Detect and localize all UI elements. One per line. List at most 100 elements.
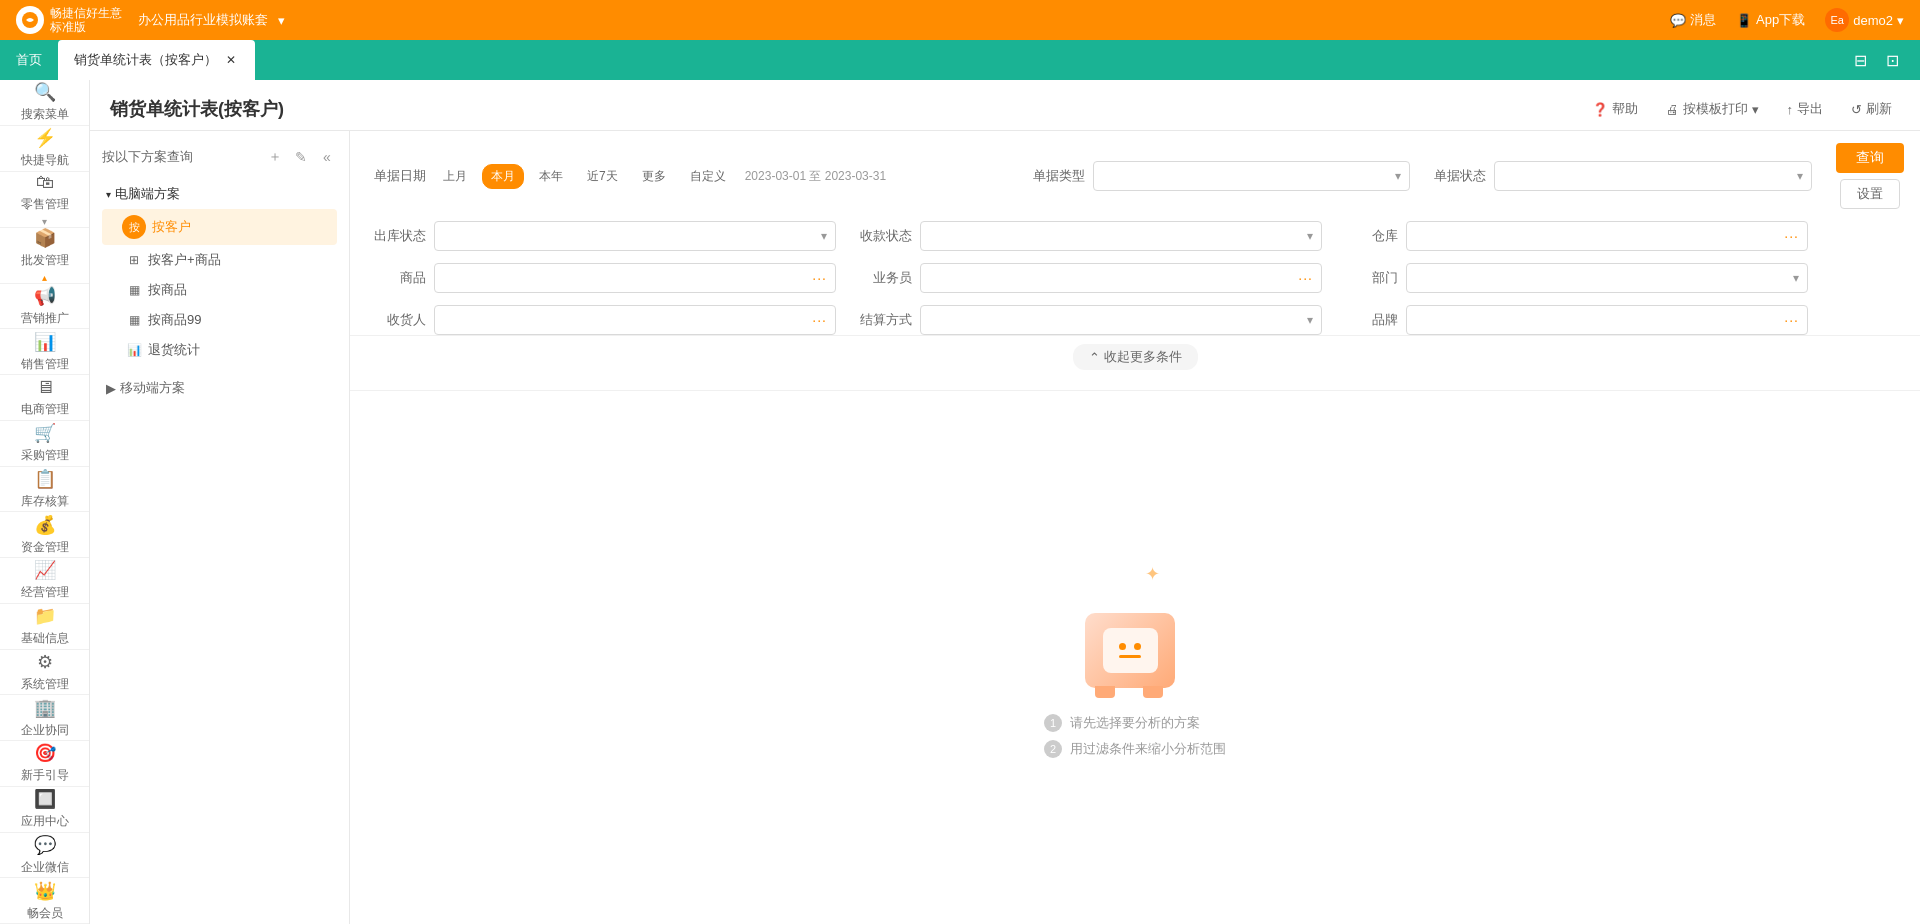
wechat-icon: 💬 — [34, 834, 56, 856]
sidebar-item-wholesale[interactable]: 📦 批发管理 ▴ — [0, 228, 89, 284]
date-filter-label: 单据日期 — [366, 167, 426, 185]
logo-text: 畅捷信好生意 标准版 — [50, 6, 122, 35]
content-area: 销货单统计表(按客户) ❓ 帮助 🖨 按模板打印 ▾ ↑ 导出 — [90, 80, 1920, 924]
scheme-item-by-customer[interactable]: 按 按客户 — [102, 209, 337, 245]
export-button[interactable]: ↑ 导出 — [1779, 96, 1832, 122]
sidebar-item-finance[interactable]: 💰 资金管理 — [0, 512, 89, 558]
dept-select[interactable]: ▾ — [1406, 263, 1808, 293]
tab-minimize-icon[interactable]: ⊟ — [1848, 48, 1872, 72]
sidebar-item-basic-label: 基础信息 — [21, 630, 69, 647]
help-button[interactable]: ❓ 帮助 — [1584, 96, 1646, 122]
sidebar-item-retail[interactable]: 🛍 零售管理 ▾ — [0, 172, 89, 228]
date-btn-last-7[interactable]: 近7天 — [578, 164, 627, 189]
scheme-item-by-goods[interactable]: ▦ 按商品 — [102, 275, 337, 305]
tab-maximize-icon[interactable]: ⊡ — [1880, 48, 1904, 72]
logo-area: 畅捷信好生意 标准版 — [16, 6, 122, 35]
inventory-icon: 📋 — [34, 468, 56, 490]
warehouse-select[interactable]: ··· — [1406, 221, 1808, 251]
sidebar-item-wechat[interactable]: 💬 企业微信 — [0, 833, 89, 879]
tab-sales-stat[interactable]: 销货单统计表（按客户） ✕ — [58, 40, 255, 80]
query-button[interactable]: 查询 — [1836, 143, 1904, 173]
message-button[interactable]: 💬 消息 — [1670, 11, 1716, 29]
doc-type-select[interactable]: ▾ — [1093, 161, 1411, 191]
sidebar-item-member[interactable]: 👑 畅会员 — [0, 878, 89, 924]
goods-select[interactable]: ··· — [434, 263, 836, 293]
date-btn-this-year[interactable]: 本年 — [530, 164, 572, 189]
dropdown-icon[interactable]: ▾ — [278, 13, 285, 28]
sidebar-item-quicknav[interactable]: ⚡ 快捷导航 — [0, 126, 89, 172]
sidebar-item-wholesale-label: 批发管理 — [21, 252, 69, 269]
by-customer-goods-icon: ⊞ — [126, 252, 142, 268]
collapse-panel-button[interactable]: « — [317, 147, 337, 167]
doc-type-label: 单据类型 — [1025, 167, 1085, 185]
tab-home[interactable]: 首页 — [0, 40, 58, 80]
sidebar-item-search[interactable]: 🔍 搜索菜单 — [0, 80, 89, 126]
sidebar-item-basic[interactable]: 📁 基础信息 — [0, 604, 89, 650]
settle-chevron-icon: ▾ — [1307, 313, 1313, 327]
sidebar-item-ecommerce[interactable]: 🖥 电商管理 — [0, 375, 89, 421]
receiver-label: 收货人 — [366, 311, 426, 329]
download-button[interactable]: 📱 App下载 — [1736, 11, 1805, 29]
receiver-select[interactable]: ··· — [434, 305, 836, 335]
date-btn-this-month[interactable]: 本月 — [482, 164, 524, 189]
add-scheme-button[interactable]: ＋ — [265, 147, 285, 167]
collapse-up-icon: ⌃ — [1089, 350, 1100, 365]
left-panel-header: 按以下方案查询 ＋ ✎ « — [90, 143, 349, 175]
edit-scheme-button[interactable]: ✎ — [291, 147, 311, 167]
sidebar-item-retail-label: 零售管理 — [21, 196, 69, 213]
empty-state: ✦ 1 请先选择要分析的方案 2 用过滤条件来缩小分析范 — [350, 558, 1920, 758]
mobile-arrow-icon: ▶ — [106, 381, 116, 396]
sidebar-item-purchase-label: 采购管理 — [21, 447, 69, 464]
dept-chevron-icon: ▾ — [1793, 271, 1799, 285]
empty-illustration: ✦ — [1065, 558, 1205, 698]
out-status-select[interactable]: ▾ — [434, 221, 836, 251]
settings-button[interactable]: 设置 — [1840, 179, 1900, 209]
user-chevron-icon: ▾ — [1897, 13, 1904, 28]
tab-close-icon[interactable]: ✕ — [223, 52, 239, 68]
filter-item-out-status: 出库状态 ▾ — [366, 221, 852, 251]
by-customer-icon: 按 — [122, 215, 146, 239]
sales-icon: 📊 — [34, 331, 56, 353]
scheme-item-return-stat[interactable]: 📊 退货统计 — [102, 335, 337, 365]
brand-select[interactable]: ··· — [1406, 305, 1808, 335]
left-panel: 按以下方案查询 ＋ ✎ « ▾ 电脑端方案 — [90, 131, 350, 924]
staff-select[interactable]: ··· — [920, 263, 1322, 293]
sidebar-item-marketing[interactable]: 📢 营销推广 — [0, 284, 89, 330]
date-btn-last-month[interactable]: 上月 — [434, 164, 476, 189]
by-goods-icon: ▦ — [126, 282, 142, 298]
sidebar-item-appstore[interactable]: 🔲 应用中心 — [0, 787, 89, 833]
scheme-desktop-title[interactable]: ▾ 电脑端方案 — [102, 179, 337, 209]
user-menu[interactable]: Ea demo2 ▾ — [1825, 8, 1904, 32]
staff-label: 业务员 — [852, 269, 912, 287]
collect-status-select[interactable]: ▾ — [920, 221, 1322, 251]
goods-dots-icon: ··· — [812, 270, 827, 286]
sidebar-item-purchase[interactable]: 🛒 采购管理 — [0, 421, 89, 467]
robot-mouth — [1119, 655, 1141, 658]
print-button[interactable]: 🖨 按模板打印 ▾ — [1658, 96, 1767, 122]
tab-bar-actions: ⊟ ⊡ — [1848, 48, 1920, 72]
settle-select[interactable]: ▾ — [920, 305, 1322, 335]
desktop-arrow-icon: ▾ — [106, 189, 111, 200]
sidebar-item-enterprise[interactable]: 🏢 企业协同 — [0, 695, 89, 741]
doc-status-select[interactable]: ▾ — [1494, 161, 1812, 191]
filter-and-results: 单据日期 上月 本月 本年 近7天 更多 自定义 — [350, 131, 1920, 924]
brand-label: 品牌 — [1338, 311, 1398, 329]
date-btn-custom[interactable]: 自定义 — [681, 164, 735, 189]
by-goods-99-icon: ▦ — [126, 312, 142, 328]
sidebar-item-operation-label: 经营管理 — [21, 584, 69, 601]
collapse-button[interactable]: ⌃ 收起更多条件 — [1073, 344, 1198, 370]
filter-item-dept: 部门 ▾ — [1338, 263, 1824, 293]
scheme-item-by-goods-99[interactable]: ▦ 按商品99 — [102, 305, 337, 335]
sidebar-item-sales[interactable]: 📊 销售管理 — [0, 329, 89, 375]
sidebar-item-inventory[interactable]: 📋 库存核算 — [0, 467, 89, 513]
sidebar-item-wechat-label: 企业微信 — [21, 859, 69, 876]
sidebar-item-newbie[interactable]: 🎯 新手引导 — [0, 741, 89, 787]
enterprise-icon: 🏢 — [34, 697, 56, 719]
refresh-button[interactable]: ↺ 刷新 — [1843, 96, 1900, 122]
date-btn-more[interactable]: 更多 — [633, 164, 675, 189]
scheme-mobile-title[interactable]: ▶ 移动端方案 — [102, 373, 337, 403]
sidebar-item-operation[interactable]: 📈 经营管理 — [0, 558, 89, 604]
avatar: Ea — [1825, 8, 1849, 32]
scheme-item-by-customer-goods[interactable]: ⊞ 按客户+商品 — [102, 245, 337, 275]
sidebar-item-system[interactable]: ⚙ 系统管理 — [0, 650, 89, 696]
